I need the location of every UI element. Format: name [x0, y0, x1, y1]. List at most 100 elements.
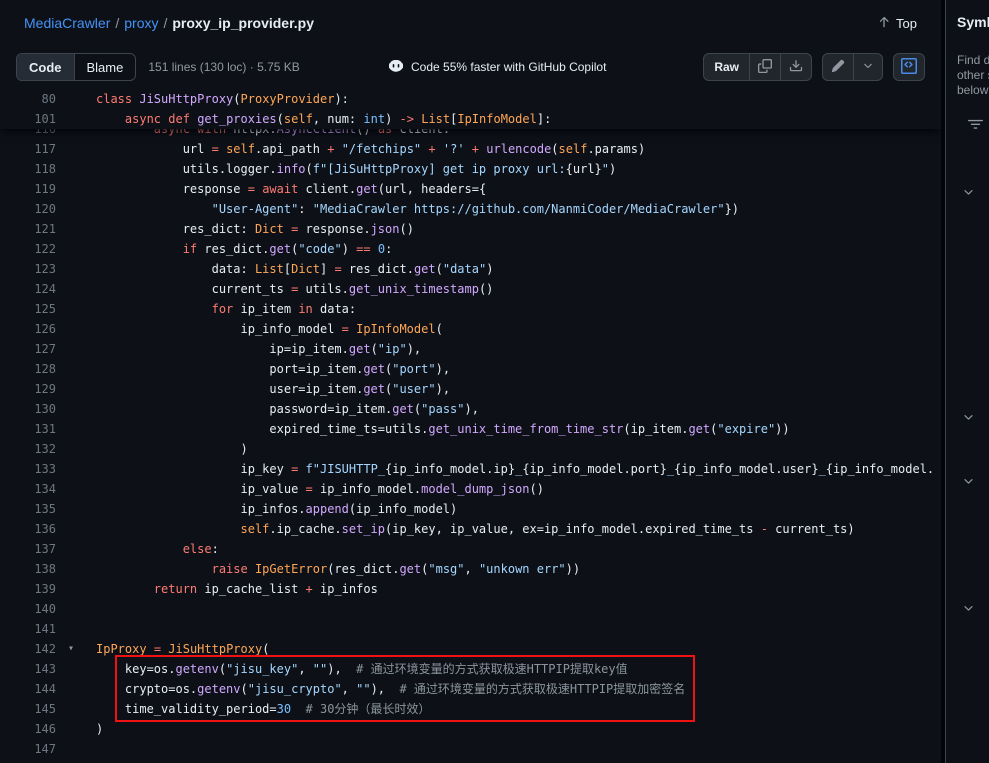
code-line: 138 raise IpGetError(res_dict.get("msg",… [0, 559, 941, 579]
line-number[interactable]: 136 [0, 519, 56, 539]
line-number[interactable]: 137 [0, 539, 56, 559]
code-line: 119 response = await client.get(url, hea… [0, 179, 941, 199]
edit-button[interactable] [823, 54, 853, 80]
line-number[interactable]: 143 [0, 659, 56, 679]
line-number[interactable]: 145 [0, 699, 56, 719]
code-line-content: ip_key = f"JISUHTTP_{ip_info_model.ip}_{… [56, 459, 934, 479]
back-to-top-link[interactable]: Top [877, 15, 917, 32]
line-number[interactable]: 138 [0, 559, 56, 579]
download-button[interactable] [780, 54, 811, 80]
code-line-content: "User-Agent": "MediaCrawler https://gith… [56, 199, 739, 219]
line-number[interactable]: 140 [0, 599, 56, 619]
raw-button[interactable]: Raw [704, 54, 749, 80]
code-line-content: if res_dict.get("code") == 0: [56, 239, 392, 259]
edit-dropdown-button[interactable] [853, 54, 882, 80]
line-number[interactable]: 147 [0, 739, 56, 759]
code-line: 133 ip_key = f"JISUHTTP_{ip_info_model.i… [0, 459, 941, 479]
edit-group [822, 53, 883, 81]
code-line-content: expired_time_ts=utils.get_unix_time_from… [56, 419, 790, 439]
line-number[interactable]: 122 [0, 239, 56, 259]
line-number[interactable]: 144 [0, 679, 56, 699]
top-link-label: Top [896, 16, 917, 31]
code-line: 140 [0, 599, 941, 619]
copilot-banner[interactable]: Code 55% faster with GitHub Copilot [388, 58, 606, 77]
symbol-chevron-down-icon[interactable] [962, 475, 975, 493]
line-number[interactable]: 128 [0, 359, 56, 379]
line-number[interactable]: 142▾ [0, 639, 56, 659]
line-number[interactable]: 123 [0, 259, 56, 279]
file-toolbar: Code Blame 151 lines (130 loc) · 5.75 KB… [0, 46, 941, 88]
line-number[interactable]: 120 [0, 199, 56, 219]
symbols-description-line: other symbols in this file by clicking a… [957, 68, 989, 83]
line-number[interactable]: 131 [0, 419, 56, 439]
tab-code[interactable]: Code [17, 54, 74, 80]
symbols-panel-title: Symbols [957, 14, 989, 30]
code-line-content: key=os.getenv("jisu_key", ""), # 通过环境变量的… [56, 659, 628, 679]
filter-icon[interactable] [968, 117, 983, 137]
code-line-content [56, 599, 96, 619]
code-line: 145 time_validity_period=30 # 30分钟（最长时效） [0, 699, 941, 719]
line-number[interactable]: 135 [0, 499, 56, 519]
code-line-content: res_dict: Dict = response.json() [56, 219, 414, 239]
code-line: 143 key=os.getenv("jisu_key", ""), # 通过环… [0, 659, 941, 679]
breadcrumb-separator: / [163, 15, 167, 31]
code-line: 141 [0, 619, 941, 639]
line-number[interactable]: 132 [0, 439, 56, 459]
code-line: 121 res_dict: Dict = response.json() [0, 219, 941, 239]
code-line: 139 return ip_cache_list + ip_infos [0, 579, 941, 599]
breadcrumb-file-name: proxy_ip_provider.py [172, 15, 314, 31]
symbol-chevron-down-icon[interactable] [962, 602, 975, 620]
copy-button[interactable] [749, 54, 780, 80]
line-number[interactable]: 101 [0, 109, 56, 129]
collapse-chevron-icon[interactable]: ▾ [68, 639, 74, 659]
code-line-content: response = await client.get(url, headers… [56, 179, 486, 199]
line-number[interactable]: 80 [0, 89, 56, 109]
copilot-banner-label: Code 55% faster with GitHub Copilot [411, 60, 606, 74]
code-line: 146) [0, 719, 941, 739]
file-actions: Raw [703, 53, 925, 81]
breadcrumb-dir-link[interactable]: proxy [124, 15, 158, 31]
line-number[interactable]: 126 [0, 319, 56, 339]
code-line-content: url = self.api_path + "/fetchips" + '?' … [56, 139, 645, 159]
symbols-description: Find definitions and references for func… [957, 53, 989, 98]
arrow-up-icon [877, 15, 891, 32]
symbol-chevron-down-icon[interactable] [962, 411, 975, 429]
code-line: 128 port=ip_item.get("port"), [0, 359, 941, 379]
code-line: 127 ip=ip_item.get("ip"), [0, 339, 941, 359]
line-number[interactable]: 121 [0, 219, 56, 239]
line-number[interactable]: 129 [0, 379, 56, 399]
code-line-content: ) [56, 719, 103, 739]
symbols-panel: Symbols Find definitions and references … [945, 0, 989, 763]
code-line-content: ip=ip_item.get("ip"), [56, 339, 421, 359]
code-line: 136 self.ip_cache.set_ip(ip_key, ip_valu… [0, 519, 941, 539]
line-number[interactable]: 117 [0, 139, 56, 159]
breadcrumb-repo-link[interactable]: MediaCrawler [24, 15, 110, 31]
code-line-content: password=ip_item.get("pass"), [56, 399, 479, 419]
symbol-chevron-down-icon[interactable] [962, 186, 975, 204]
code-line: 142▾IpProxy = JiSuHttpProxy( [0, 639, 941, 659]
line-number[interactable]: 119 [0, 179, 56, 199]
code-view: MediaCrawler / proxy / proxy_ip_provider… [0, 0, 941, 763]
code-line: 124 current_ts = utils.get_unix_timestam… [0, 279, 941, 299]
line-number[interactable]: 139 [0, 579, 56, 599]
code-line-content: return ip_cache_list + ip_infos [56, 579, 378, 599]
line-number[interactable]: 141 [0, 619, 56, 639]
line-number[interactable]: 125 [0, 299, 56, 319]
copilot-icon [388, 58, 404, 77]
tab-blame[interactable]: Blame [74, 54, 136, 80]
file-header: MediaCrawler / proxy / proxy_ip_provider… [0, 0, 941, 46]
code-line: 122 if res_dict.get("code") == 0: [0, 239, 941, 259]
line-number[interactable]: 124 [0, 279, 56, 299]
symbols-panel-toggle[interactable] [893, 53, 925, 81]
line-number[interactable]: 134 [0, 479, 56, 499]
code-line: 132 ) [0, 439, 941, 459]
line-number[interactable]: 133 [0, 459, 56, 479]
line-number[interactable]: 130 [0, 399, 56, 419]
code-line-content: ip_info_model = IpInfoModel( [56, 319, 443, 339]
line-number[interactable]: 146 [0, 719, 56, 739]
code-line: 80class JiSuHttpProxy(ProxyProvider): [0, 89, 941, 109]
line-number[interactable]: 118 [0, 159, 56, 179]
line-number[interactable]: 127 [0, 339, 56, 359]
code-line-content: for ip_item in data: [56, 299, 356, 319]
chevron-down-icon [862, 60, 874, 75]
